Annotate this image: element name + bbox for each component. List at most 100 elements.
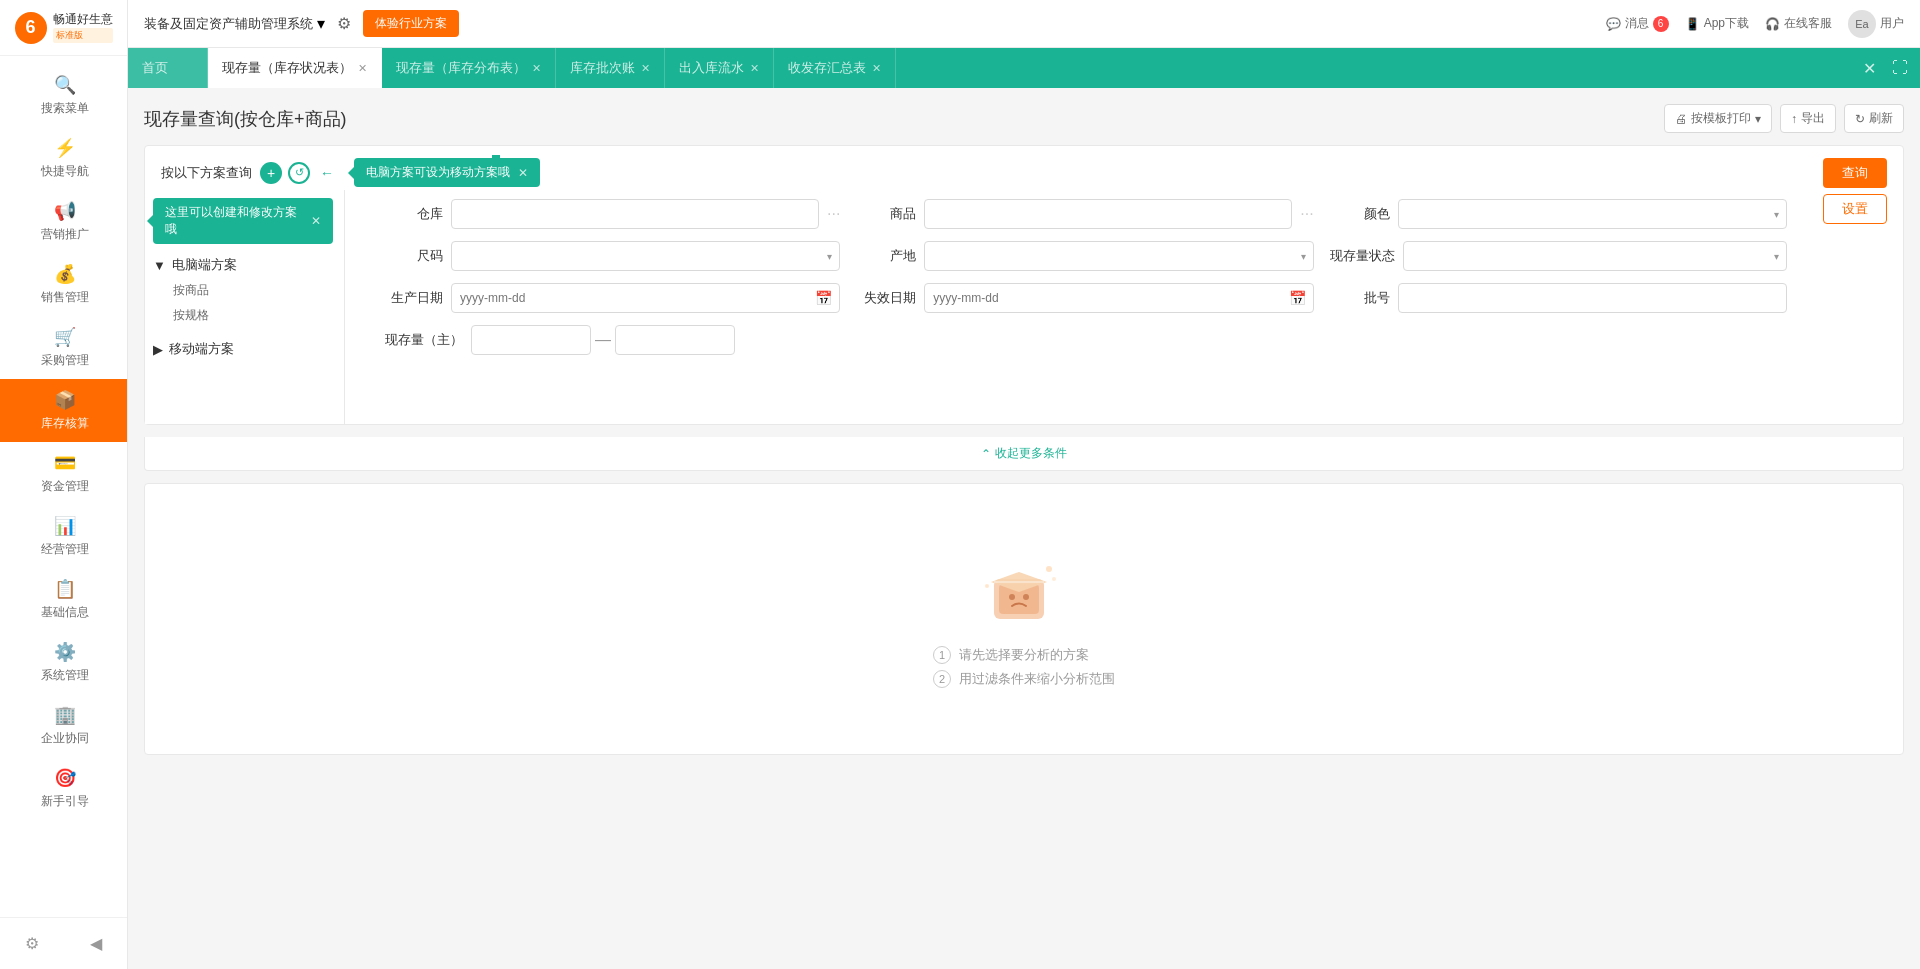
sidebar-nav: 🔍 搜索菜单 ⚡ 快捷导航 📢 营销推广 💰 销售管理 🛒 采购管理 📦 库存核…	[0, 56, 127, 917]
sidebar-item-operation[interactable]: 📊 经营管理	[0, 505, 127, 568]
sidebar-item-inventory[interactable]: 📦 库存核算	[0, 379, 127, 442]
tab-collect-summary-close[interactable]: ✕	[872, 62, 881, 75]
sidebar-item-label: 资金管理	[41, 478, 89, 495]
goods-input[interactable]	[924, 199, 1292, 229]
sidebar-bottom: ⚙ ◀	[0, 917, 127, 969]
expiry-date-input[interactable]	[924, 283, 1313, 313]
print-template-btn[interactable]: 🖨 按模板打印 ▾	[1664, 104, 1772, 133]
collapse-sidebar-btn[interactable]: ◀	[86, 930, 106, 957]
tab-in-out-flow-label: 出入库流水	[679, 59, 744, 77]
system-name-dropdown[interactable]: 装备及固定资产辅助管理系统 ▾	[144, 14, 325, 33]
sidebar-item-label: 库存核算	[41, 415, 89, 432]
close-all-tabs-btn[interactable]: ✕	[1859, 55, 1880, 82]
prod-date-label: 生产日期	[383, 289, 443, 307]
settings-bottom-btn[interactable]: ⚙	[21, 930, 43, 957]
empty-num-1: 1	[933, 646, 951, 664]
stock-main-max-input[interactable]	[615, 325, 735, 355]
prod-date-wrap: 📅	[451, 283, 840, 313]
tab-inventory-status[interactable]: 现存量（库存状况表） ✕	[208, 48, 382, 88]
scheme-desktop-item-spec[interactable]: 按规格	[153, 303, 336, 328]
sidebar-item-enterprise[interactable]: 🏢 企业协同	[0, 694, 127, 757]
sidebar-item-basic[interactable]: 📋 基础信息	[0, 568, 127, 631]
header-settings-icon[interactable]: ⚙	[337, 14, 351, 33]
sidebar-item-system[interactable]: ⚙️ 系统管理	[0, 631, 127, 694]
maximize-btn[interactable]: ⛶	[1888, 55, 1912, 81]
experience-btn[interactable]: 体验行业方案	[363, 10, 459, 37]
warehouse-input[interactable]	[451, 199, 819, 229]
expiry-date-calendar-icon[interactable]: 📅	[1289, 290, 1306, 306]
sidebar-item-label: 新手引导	[41, 793, 89, 810]
tab-inventory-dist-close[interactable]: ✕	[532, 62, 541, 75]
batch-no-label: 批号	[1330, 289, 1390, 307]
stock-main-min-input[interactable]	[471, 325, 591, 355]
sidebar-item-purchase[interactable]: 🛒 采购管理	[0, 316, 127, 379]
stock-status-select[interactable]	[1403, 241, 1787, 271]
prod-date-calendar-icon[interactable]: 📅	[815, 290, 832, 306]
tab-inventory-status-close[interactable]: ✕	[358, 62, 367, 75]
setting-btn[interactable]: 设置	[1823, 194, 1887, 224]
tooltip-mobile-scheme-close[interactable]: ✕	[518, 166, 528, 180]
message-badge: 6	[1653, 16, 1669, 32]
warehouse-dots[interactable]: ···	[827, 205, 840, 223]
tooltip-create-scheme-close[interactable]: ✕	[311, 214, 321, 228]
tab-collect-summary[interactable]: 收发存汇总表 ✕	[774, 48, 896, 88]
filter-field-warehouse: 仓库 ···	[383, 199, 840, 229]
user-area[interactable]: Ea 用户	[1848, 10, 1904, 38]
scheme-desktop-arrow: ▼	[153, 258, 166, 273]
tooltip-mobile-scheme-text: 电脑方案可设为移动方案哦	[366, 164, 510, 181]
filter-row-1: 仓库 ··· 商品 ···	[383, 199, 1887, 229]
scheme-desktop-item-goods[interactable]: 按商品	[153, 278, 336, 303]
online-service-btn[interactable]: 🎧 在线客服	[1765, 15, 1832, 32]
tab-batch-account[interactable]: 库存批次账 ✕	[556, 48, 665, 88]
prod-date-input[interactable]	[451, 283, 840, 313]
empty-step-2-text: 用过滤条件来缩小分析范围	[959, 670, 1115, 688]
stock-status-select-wrap: ▾	[1403, 241, 1787, 271]
scheme-mobile-header[interactable]: ▶ 移动端方案	[153, 336, 336, 362]
print-dropdown-icon: ▾	[1755, 112, 1761, 126]
sidebar-item-label: 营销推广	[41, 226, 89, 243]
svg-point-3	[1023, 594, 1029, 600]
scheme-mobile-arrow: ▶	[153, 342, 163, 357]
sidebar-item-marketing[interactable]: 📢 营销推广	[0, 190, 127, 253]
sidebar-item-newbie[interactable]: 🎯 新手引导	[0, 757, 127, 820]
sidebar-item-sales[interactable]: 💰 销售管理	[0, 253, 127, 316]
tabs-right-actions: ✕ ⛶	[1851, 48, 1920, 88]
system-name: 装备及固定资产辅助管理系统	[144, 15, 313, 33]
expiry-date-wrap: 📅	[924, 283, 1313, 313]
tooltip-create-scheme: 这里可以创建和修改方案哦 ✕	[153, 198, 333, 244]
query-btn[interactable]: 查询	[1823, 158, 1887, 188]
app-download-btn[interactable]: 📱 App下载	[1685, 15, 1749, 32]
scheme-desktop-header[interactable]: ▼ 电脑端方案	[153, 252, 336, 278]
logo-badge: 标准版	[53, 28, 113, 43]
message-btn[interactable]: 💬 消息 6	[1606, 15, 1669, 32]
svg-point-5	[1046, 566, 1052, 572]
expiry-date-label: 失效日期	[856, 289, 916, 307]
tab-inventory-dist[interactable]: 现存量（库存分布表） ✕	[382, 48, 556, 88]
batch-no-input[interactable]	[1398, 283, 1787, 313]
sidebar-item-search[interactable]: 🔍 搜索菜单	[0, 64, 127, 127]
sidebar-item-finance[interactable]: 💳 资金管理	[0, 442, 127, 505]
filter-reset-btn[interactable]: ↺	[288, 162, 310, 184]
sidebar-item-guide[interactable]: ⚡ 快捷导航	[0, 127, 127, 190]
tab-batch-account-close[interactable]: ✕	[641, 62, 650, 75]
export-icon: ↑	[1791, 112, 1797, 126]
filter-back-btn[interactable]: ←	[316, 162, 338, 184]
goods-dots[interactable]: ···	[1300, 205, 1313, 223]
collapse-bar[interactable]: ⌃ 收起更多条件	[144, 437, 1904, 471]
collapse-label: 收起更多条件	[995, 445, 1067, 462]
origin-select[interactable]	[924, 241, 1313, 271]
export-btn[interactable]: ↑ 导出	[1780, 104, 1836, 133]
tab-in-out-flow-close[interactable]: ✕	[750, 62, 759, 75]
tab-home[interactable]: 首页	[128, 48, 208, 88]
tab-in-out-flow[interactable]: 出入库流水 ✕	[665, 48, 774, 88]
refresh-btn[interactable]: ↻ 刷新	[1844, 104, 1904, 133]
query-buttons: 查询 设置	[1823, 158, 1887, 224]
tab-batch-account-label: 库存批次账	[570, 59, 635, 77]
filter-field-expiry-date: 失效日期 📅	[856, 283, 1313, 313]
message-icon: 💬	[1606, 17, 1621, 31]
size-select[interactable]	[451, 241, 840, 271]
color-select[interactable]	[1398, 199, 1787, 229]
box-icon: 📦	[54, 389, 76, 411]
filter-add-btn[interactable]: +	[260, 162, 282, 184]
chart-icon: 📊	[54, 515, 76, 537]
